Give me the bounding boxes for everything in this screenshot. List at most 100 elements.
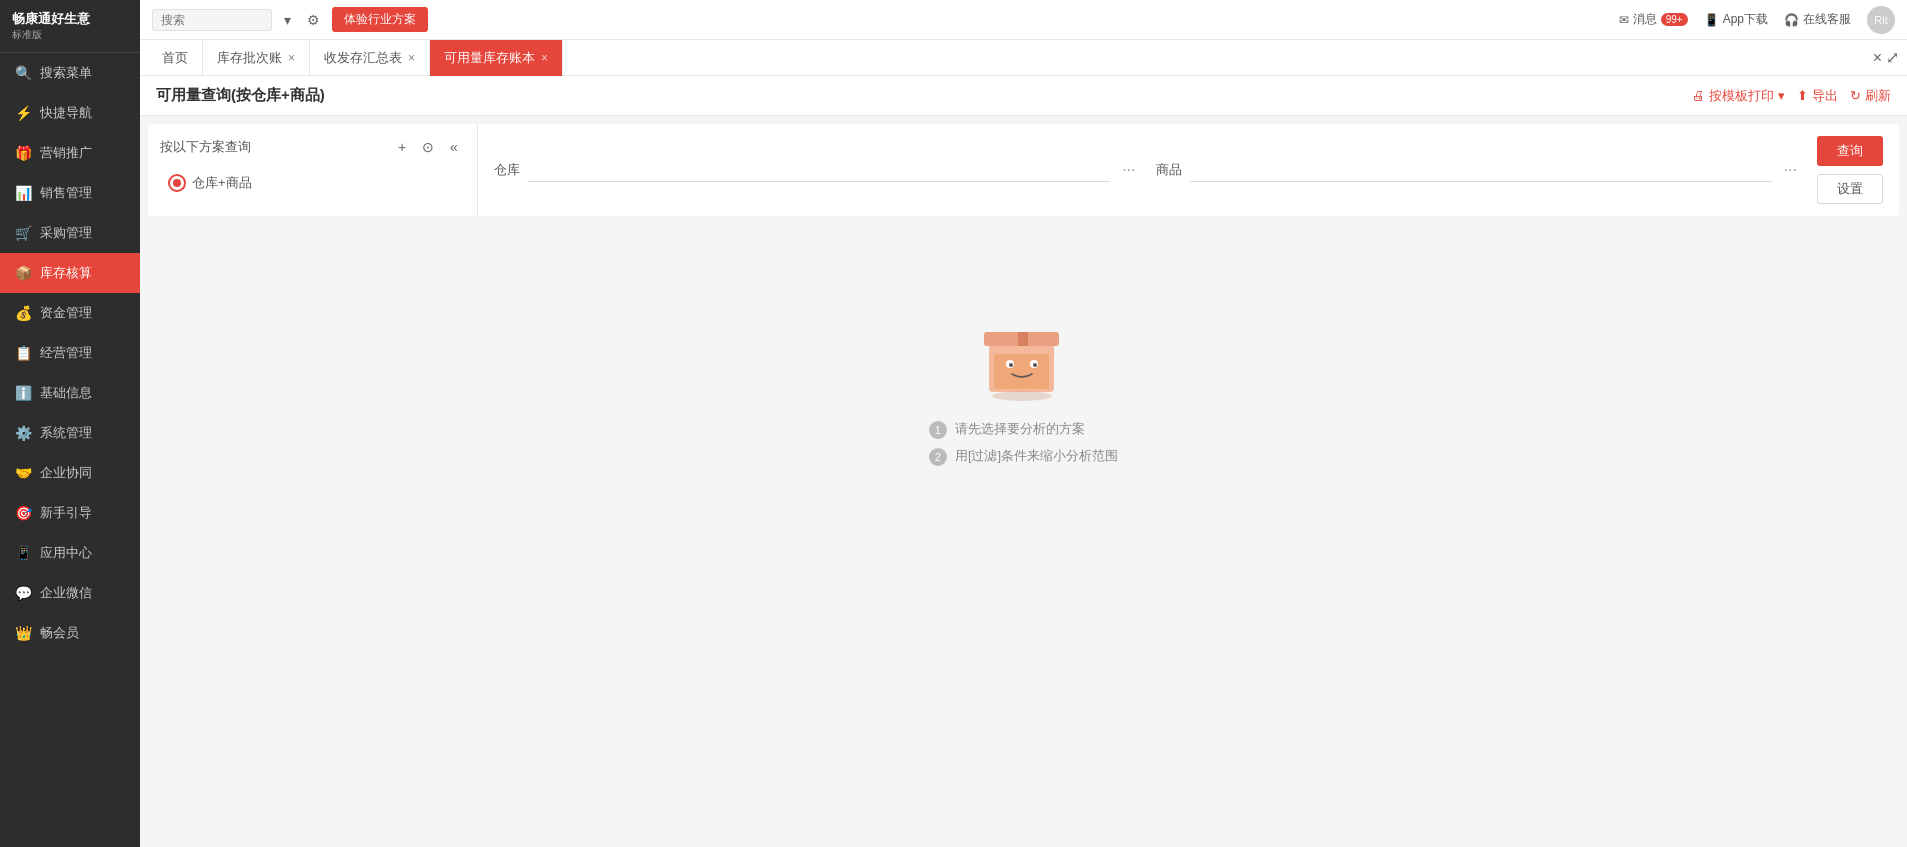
maximize-button[interactable]: ⤢ (1886, 48, 1899, 67)
sidebar-item-marketing[interactable]: 🎁 营销推广 (0, 133, 140, 173)
tip-2-num: 2 (929, 448, 947, 466)
filter-field-goods: 商品 ··· (1156, 158, 1802, 182)
sidebar-item-cooperation[interactable]: 🤝 企业协同 (0, 453, 140, 493)
message-badge: 99+ (1661, 13, 1688, 26)
user-avatar[interactable]: Rit (1867, 6, 1895, 34)
trial-button[interactable]: 体验行业方案 (332, 7, 428, 32)
print-label: 按模板打印 (1709, 87, 1774, 105)
app-download-button[interactable]: 📱 App下载 (1704, 11, 1768, 28)
edit-scheme-button[interactable]: ⊙ (417, 136, 439, 158)
sidebar-item-member[interactable]: 👑 畅会员 (0, 613, 140, 653)
print-dropdown-icon: ▾ (1778, 88, 1785, 103)
filter-row-1: 仓库 ··· 商品 ··· 查询 设置 (494, 136, 1883, 204)
warehouse-input[interactable] (528, 158, 1110, 182)
sidebar-item-label: 畅会员 (40, 624, 79, 642)
tab-collect-ledger-label: 收发存汇总表 (324, 49, 402, 67)
box-icon: 📦 (14, 264, 32, 282)
sidebar-item-label: 系统管理 (40, 424, 92, 442)
print-icon: 🖨 (1692, 88, 1705, 103)
message-button[interactable]: ✉ 消息 99+ (1619, 11, 1688, 28)
export-button[interactable]: ⬆ 导出 (1797, 87, 1838, 105)
goods-more-button[interactable]: ··· (1780, 161, 1801, 179)
sidebar-item-operations[interactable]: 📋 经营管理 (0, 333, 140, 373)
svg-point-8 (992, 391, 1052, 401)
sidebar-item-sales[interactable]: 📊 销售管理 (0, 173, 140, 213)
sidebar-item-shortcut[interactable]: ⚡ 快捷导航 (0, 93, 140, 133)
scheme-item-warehouse-goods[interactable]: 仓库+商品 (160, 168, 465, 198)
filter-panel: 按以下方案查询 + ⊙ « 仓库+商品 (148, 124, 1899, 216)
page-area: 可用量查询(按仓库+商品) 🖨 按模板打印 ▾ ⬆ 导出 ↻ 刷新 (140, 76, 1907, 847)
online-service-button[interactable]: 🎧 在线客服 (1784, 11, 1851, 28)
close-all-button[interactable]: × (1873, 49, 1882, 67)
sidebar-item-apps[interactable]: 📱 应用中心 (0, 533, 140, 573)
filter-settings-button[interactable]: 设置 (1817, 174, 1883, 204)
filter-field-warehouse: 仓库 ··· (494, 158, 1140, 182)
sidebar-item-basic[interactable]: ℹ️ 基础信息 (0, 373, 140, 413)
scheme-item-label: 仓库+商品 (192, 174, 252, 192)
search-icon: 🔍 (14, 64, 32, 82)
sidebar-item-label: 搜索菜单 (40, 64, 92, 82)
sidebar-item-purchase[interactable]: 🛒 采购管理 (0, 213, 140, 253)
sidebar-item-label: 基础信息 (40, 384, 92, 402)
warehouse-more-button[interactable]: ··· (1118, 161, 1139, 179)
sidebar-item-label: 库存核算 (40, 264, 92, 282)
mobile-icon: 📱 (14, 544, 32, 562)
sidebar-nav: 🔍 搜索菜单 ⚡ 快捷导航 🎁 营销推广 📊 销售管理 🛒 采购管理 📦 库存核… (0, 53, 140, 847)
app-name: 畅康通好生意 (12, 10, 128, 28)
page-header: 可用量查询(按仓库+商品) 🖨 按模板打印 ▾ ⬆ 导出 ↻ 刷新 (140, 76, 1907, 116)
crown-icon: 👑 (14, 624, 32, 642)
empty-state: 1 请先选择要分析的方案 2 用[过滤]条件来缩小分析范围 (140, 224, 1907, 546)
sidebar-item-inventory[interactable]: 📦 库存核算 (0, 253, 140, 293)
gift-icon: 🎁 (14, 144, 32, 162)
message-icon: ✉ (1619, 13, 1629, 27)
svg-rect-2 (1018, 332, 1028, 346)
target-icon: 🎯 (14, 504, 32, 522)
sidebar-item-finance[interactable]: 💰 资金管理 (0, 293, 140, 333)
user-name: Rit (1874, 14, 1887, 26)
settings-icon-button[interactable]: ⚙ (303, 10, 324, 30)
topbar: ▾ ⚙ 体验行业方案 ✉ 消息 99+ 📱 App下载 🎧 在线客服 Rit (140, 0, 1907, 40)
message-label: 消息 (1633, 11, 1657, 28)
query-button[interactable]: 查询 (1817, 136, 1883, 166)
search-input[interactable] (152, 9, 272, 31)
cart-icon: 🛒 (14, 224, 32, 242)
tab-batch-ledger[interactable]: 库存批次账 × (203, 40, 310, 76)
svg-rect-3 (994, 354, 1049, 389)
sidebar-item-label: 新手引导 (40, 504, 92, 522)
tip-1-text: 请先选择要分析的方案 (955, 420, 1085, 438)
warehouse-label: 仓库 (494, 161, 520, 179)
app-download-label: App下载 (1723, 11, 1768, 28)
tab-collect-ledger-close[interactable]: × (408, 51, 415, 65)
goods-input[interactable] (1190, 158, 1772, 182)
sidebar-item-system[interactable]: ⚙️ 系统管理 (0, 413, 140, 453)
add-scheme-button[interactable]: + (391, 136, 413, 158)
page-title: 可用量查询(按仓库+商品) (156, 86, 325, 105)
export-icon: ⬆ (1797, 88, 1808, 103)
print-button[interactable]: 🖨 按模板打印 ▾ (1692, 87, 1785, 105)
tab-batch-ledger-close[interactable]: × (288, 51, 295, 65)
sidebar-item-search[interactable]: 🔍 搜索菜单 (0, 53, 140, 93)
scheme-icon (168, 174, 186, 192)
refresh-button[interactable]: ↻ 刷新 (1850, 87, 1891, 105)
tab-collect-ledger[interactable]: 收发存汇总表 × (310, 40, 430, 76)
collapse-button[interactable]: « (443, 136, 465, 158)
sidebar-item-label: 应用中心 (40, 544, 92, 562)
sidebar-item-newbie[interactable]: 🎯 新手引导 (0, 493, 140, 533)
dropdown-button[interactable]: ▾ (280, 10, 295, 30)
export-label: 导出 (1812, 87, 1838, 105)
tab-available-qty-close[interactable]: × (541, 51, 548, 65)
empty-svg (974, 304, 1074, 404)
main-content: ▾ ⚙ 体验行业方案 ✉ 消息 99+ 📱 App下载 🎧 在线客服 Rit (140, 0, 1907, 847)
goods-label: 商品 (1156, 161, 1182, 179)
topbar-right: ✉ 消息 99+ 📱 App下载 🎧 在线客服 Rit (1619, 6, 1895, 34)
refresh-label: 刷新 (1865, 87, 1891, 105)
tip-2-text: 用[过滤]条件来缩小分析范围 (955, 447, 1118, 465)
filter-fields-panel: 仓库 ··· 商品 ··· 查询 设置 (478, 124, 1899, 216)
sidebar-item-wechat[interactable]: 💬 企业微信 (0, 573, 140, 613)
tab-home[interactable]: 首页 (148, 40, 203, 76)
filter-scheme-panel: 按以下方案查询 + ⊙ « 仓库+商品 (148, 124, 478, 216)
tab-available-qty[interactable]: 可用量库存账本 × (430, 40, 563, 76)
chart-icon: 📊 (14, 184, 32, 202)
handshake-icon: 🤝 (14, 464, 32, 482)
tab-batch-ledger-label: 库存批次账 (217, 49, 282, 67)
